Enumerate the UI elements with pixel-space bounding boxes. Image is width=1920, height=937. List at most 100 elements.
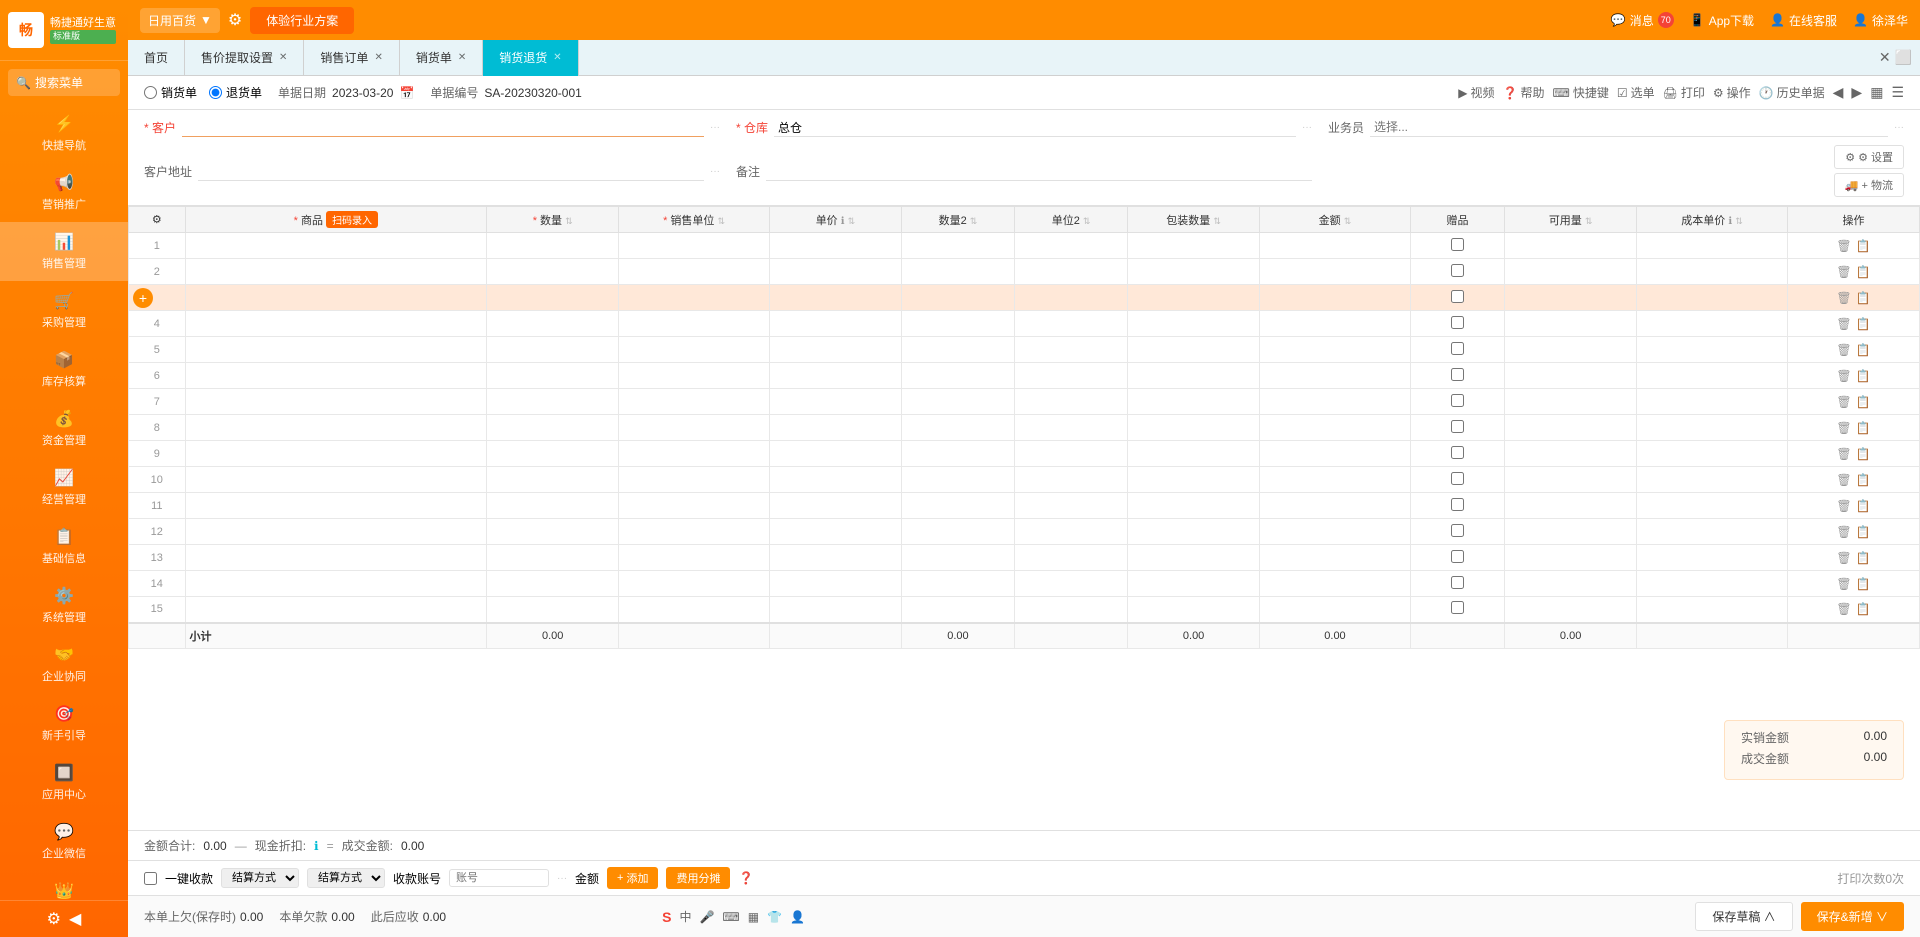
- qty2-cell[interactable]: [901, 571, 1014, 597]
- qty2-cell[interactable]: [901, 285, 1014, 311]
- delete-row-btn[interactable]: 🗑: [1836, 447, 1851, 461]
- calc-select[interactable]: 结算方式: [307, 868, 385, 888]
- qty2-cell[interactable]: [901, 519, 1014, 545]
- one-click-checkbox[interactable]: [144, 872, 157, 885]
- sidebar-item-sales[interactable]: 📊 销售管理: [0, 222, 128, 281]
- copy-row-btn[interactable]: 📋: [1856, 525, 1871, 539]
- price-cell[interactable]: [769, 545, 901, 571]
- tab-sales-delivery-close[interactable]: ✕: [458, 52, 466, 63]
- amount-cell[interactable]: [1260, 337, 1411, 363]
- gift-checkbox[interactable]: [1451, 264, 1464, 277]
- address-input[interactable]: [198, 162, 704, 181]
- nav-select[interactable]: 日用百货 ▼: [140, 8, 220, 33]
- toolbar-print[interactable]: 🖨 打印: [1663, 84, 1705, 101]
- pkg-cell[interactable]: [1128, 363, 1260, 389]
- toolbar-shortcut[interactable]: ⌨ 快捷键: [1553, 84, 1609, 101]
- cost-cell[interactable]: [1637, 311, 1788, 337]
- account-input[interactable]: [449, 869, 549, 887]
- grid-view-btn[interactable]: ▦: [1870, 84, 1883, 101]
- unit-cell[interactable]: [619, 389, 770, 415]
- amount-cell[interactable]: [1260, 363, 1411, 389]
- delete-row-btn[interactable]: 🗑: [1836, 369, 1851, 383]
- trial-solution-button[interactable]: 体验行业方案: [250, 7, 354, 34]
- sidebar-item-system[interactable]: ⚙️ 系统管理: [0, 576, 128, 635]
- salesperson-input[interactable]: [1370, 118, 1888, 137]
- unit-cell[interactable]: [619, 493, 770, 519]
- tab-home[interactable]: 首页: [128, 40, 185, 76]
- qty2-cell[interactable]: [901, 311, 1014, 337]
- toolbar-video[interactable]: ▶ 视频: [1458, 84, 1494, 101]
- amount-cell[interactable]: [1260, 311, 1411, 337]
- copy-row-btn[interactable]: 📋: [1856, 395, 1871, 409]
- qty2-cell[interactable]: [901, 337, 1014, 363]
- qty-cell[interactable]: [487, 311, 619, 337]
- unit-cell[interactable]: [619, 467, 770, 493]
- sidebar-item-shortcut[interactable]: ⚡ 快捷导航: [0, 104, 128, 163]
- available-cell[interactable]: [1505, 285, 1637, 311]
- qty-cell[interactable]: [487, 415, 619, 441]
- settings-small-btn[interactable]: ⚙ ⚙ 设置: [1834, 145, 1904, 169]
- pkg-cell[interactable]: [1128, 233, 1260, 259]
- cost-cell[interactable]: [1637, 571, 1788, 597]
- qty2-cell[interactable]: [901, 441, 1014, 467]
- pkg-cell[interactable]: [1128, 467, 1260, 493]
- tab-sales-return[interactable]: 销货退货 ✕: [483, 40, 578, 76]
- topbar-settings-btn[interactable]: ⚙: [228, 10, 242, 30]
- available-cell[interactable]: [1505, 519, 1637, 545]
- amount-cell[interactable]: [1260, 415, 1411, 441]
- copy-row-btn[interactable]: 📋: [1856, 291, 1871, 305]
- available-cell[interactable]: [1505, 363, 1637, 389]
- toolbar-select[interactable]: ☑ 选单: [1617, 84, 1655, 101]
- available-cell[interactable]: [1505, 493, 1637, 519]
- product-cell[interactable]: [185, 467, 487, 493]
- pkg-cell[interactable]: [1128, 389, 1260, 415]
- amount-cell[interactable]: [1260, 571, 1411, 597]
- unit2-cell[interactable]: [1015, 571, 1128, 597]
- available-cell[interactable]: [1505, 337, 1637, 363]
- amount-cell[interactable]: [1260, 441, 1411, 467]
- available-cell[interactable]: [1505, 441, 1637, 467]
- qty2-cell[interactable]: [901, 545, 1014, 571]
- pkg-cell[interactable]: [1128, 493, 1260, 519]
- delete-row-btn[interactable]: 🗑: [1836, 602, 1851, 616]
- product-cell[interactable]: [185, 259, 487, 285]
- search-menu-button[interactable]: 🔍 搜索菜单: [8, 69, 120, 96]
- copy-row-btn[interactable]: 📋: [1856, 447, 1871, 461]
- copy-row-btn[interactable]: 📋: [1856, 499, 1871, 513]
- unit-cell[interactable]: [619, 233, 770, 259]
- product-cell[interactable]: [185, 571, 487, 597]
- product-cell[interactable]: [185, 519, 487, 545]
- qty2-cell[interactable]: [901, 259, 1014, 285]
- unit2-cell[interactable]: [1015, 389, 1128, 415]
- delete-row-btn[interactable]: 🗑: [1836, 577, 1851, 591]
- gift-checkbox[interactable]: [1451, 420, 1464, 433]
- unit2-cell[interactable]: [1015, 259, 1128, 285]
- price-cell[interactable]: [769, 233, 901, 259]
- sidebar-item-basic[interactable]: 📋 基础信息: [0, 517, 128, 576]
- amount-cell[interactable]: [1260, 259, 1411, 285]
- account-dots[interactable]: ···: [557, 873, 567, 884]
- copy-row-btn[interactable]: 📋: [1856, 369, 1871, 383]
- price-cell[interactable]: [769, 389, 901, 415]
- price-cell[interactable]: [769, 415, 901, 441]
- qty2-cell[interactable]: [901, 467, 1014, 493]
- unit2-cell[interactable]: [1015, 519, 1128, 545]
- calendar-icon[interactable]: 📅: [399, 86, 414, 100]
- available-cell[interactable]: [1505, 233, 1637, 259]
- delete-row-btn[interactable]: 🗑: [1836, 473, 1851, 487]
- delete-row-btn[interactable]: 🗑: [1836, 343, 1851, 357]
- qty2-cell[interactable]: [901, 493, 1014, 519]
- unit2-cell[interactable]: [1015, 337, 1128, 363]
- unit-cell[interactable]: [619, 363, 770, 389]
- radio-delivery-input[interactable]: [144, 86, 157, 99]
- unit-cell[interactable]: [619, 285, 770, 311]
- unit-cell[interactable]: [619, 441, 770, 467]
- tab-price-setting[interactable]: 售价提取设置 ✕: [185, 40, 304, 76]
- gift-checkbox[interactable]: [1451, 394, 1464, 407]
- unit-cell[interactable]: [619, 545, 770, 571]
- product-cell[interactable]: [185, 415, 487, 441]
- qty-cell[interactable]: [487, 389, 619, 415]
- qty2-cell[interactable]: [901, 389, 1014, 415]
- price-cell[interactable]: [769, 519, 901, 545]
- th-gear[interactable]: ⚙: [129, 207, 186, 233]
